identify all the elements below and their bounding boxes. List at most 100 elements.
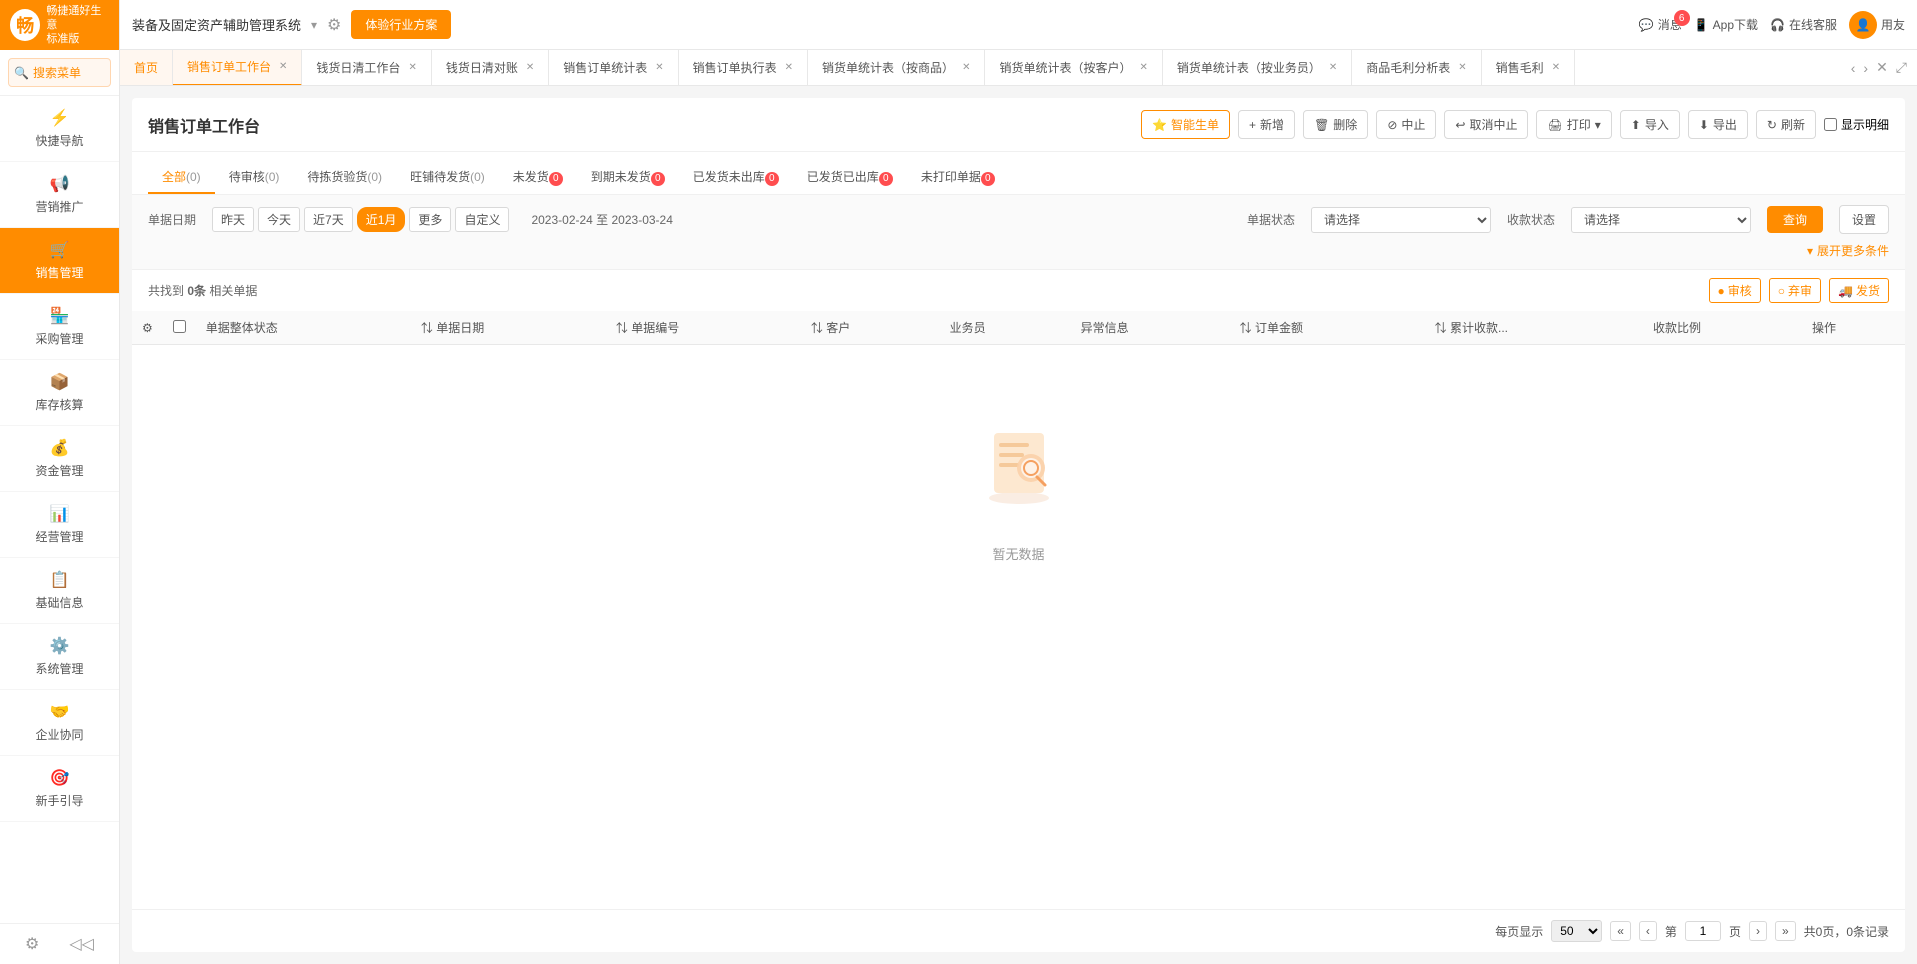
tab-scroll-left[interactable]: ‹ <box>1849 58 1858 78</box>
page-input[interactable] <box>1685 921 1721 941</box>
tab-product-margin[interactable]: 商品毛利分析表✕ <box>1352 50 1481 86</box>
stop-button[interactable]: ⊘ 中止 <box>1376 110 1436 139</box>
tab-close-sales-order-exec[interactable]: ✕ <box>785 62 793 73</box>
system-dropdown-icon[interactable]: ▾ <box>311 18 317 32</box>
topbar-settings-icon[interactable]: ⚙ <box>327 15 341 35</box>
search-menu-button[interactable]: 🔍 搜索菜单 <box>8 58 111 87</box>
sidebar-item-cooperation[interactable]: 🤝企业协同 <box>0 690 119 756</box>
sidebar-item-system[interactable]: ⚙️系统管理 <box>0 624 119 690</box>
tab-sales-profit[interactable]: 销售毛利✕ <box>1482 50 1575 86</box>
tab-sales-order[interactable]: 销售订单工作台✕ <box>173 50 302 86</box>
subtab-wangpu-pending[interactable]: 旺铺待发货(0) <box>396 162 499 194</box>
select-all-checkbox[interactable] <box>173 320 186 333</box>
tab-home[interactable]: 首页 <box>120 50 173 86</box>
col-settings[interactable]: ⚙ <box>132 311 163 345</box>
sort-icon[interactable]: ⇅ <box>1435 321 1447 335</box>
per-page-select[interactable]: 102050100 <box>1551 920 1602 942</box>
nav-icon-quick-nav: ⚡ <box>50 108 70 128</box>
setup-button[interactable]: 设置 <box>1839 205 1889 234</box>
sidebar-item-quick-nav[interactable]: ⚡快捷导航 <box>0 96 119 162</box>
date-btn-custom[interactable]: 自定义 <box>455 207 509 232</box>
refresh-button[interactable]: ↻ 刷新 <box>1756 110 1816 139</box>
app-download-button[interactable]: 📱 App下载 <box>1694 16 1758 33</box>
unreviewed-action-button[interactable]: ○ 弃审 <box>1769 278 1821 303</box>
sidebar-item-operations[interactable]: 📊经营管理 <box>0 492 119 558</box>
tab-maximize[interactable]: ⤢ <box>1894 57 1909 78</box>
subtab-not-shipped[interactable]: 未发货0 <box>499 162 577 194</box>
subtab-pending-review[interactable]: 待审核(0) <box>215 162 294 194</box>
export-button[interactable]: ⬇ 导出 <box>1688 110 1748 139</box>
user-menu[interactable]: 👤 用友 <box>1849 11 1905 39</box>
subtab-overdue-not-shipped[interactable]: 到期未发货0 <box>577 162 679 194</box>
tab-sales-order-stat[interactable]: 销售订单统计表✕ <box>549 50 678 86</box>
settings-icon[interactable]: ⚙ <box>25 934 39 954</box>
sidebar-item-guide[interactable]: 🎯新手引导 <box>0 756 119 822</box>
next-page-button[interactable]: › <box>1749 921 1767 941</box>
tab-close-sales-stat-staff[interactable]: ✕ <box>1329 62 1337 73</box>
tab-sales-stat-customer[interactable]: 销货单统计表（按客户）✕ <box>985 50 1162 86</box>
tab-close-product-margin[interactable]: ✕ <box>1458 62 1466 73</box>
date-btn-yesterday[interactable]: 昨天 <box>212 207 254 232</box>
payment-select[interactable]: 请选择 <box>1571 207 1751 233</box>
import-button[interactable]: ⬆ 导入 <box>1620 110 1680 139</box>
sort-icon[interactable]: ⇅ <box>421 321 433 335</box>
sidebar-item-marketing[interactable]: 📢营销推广 <box>0 162 119 228</box>
sort-icon[interactable]: ⇅ <box>1240 321 1252 335</box>
tab-sales-order-exec[interactable]: 销售订单执行表✕ <box>679 50 808 86</box>
subtab-not-printed[interactable]: 未打印单据0 <box>907 162 1009 194</box>
online-service-button[interactable]: 🎧 在线客服 <box>1770 16 1837 33</box>
print-button[interactable]: 🖨 打印 ▾ <box>1536 110 1611 139</box>
tab-label-home: 首页 <box>134 59 158 76</box>
sidebar-item-inventory[interactable]: 📦库存核算 <box>0 360 119 426</box>
sort-icon[interactable]: ⇅ <box>616 321 628 335</box>
tab-sales-stat-staff[interactable]: 销货单统计表（按业务员）✕ <box>1163 50 1352 86</box>
ship-action-button[interactable]: 🚚 发货 <box>1829 278 1889 303</box>
date-btn-more[interactable]: 更多 <box>409 207 451 232</box>
last-page-button[interactable]: » <box>1775 921 1796 941</box>
collapse-icon[interactable]: ◁◁ <box>69 934 94 954</box>
col-checkbox[interactable] <box>163 311 196 345</box>
sidebar-item-basic-info[interactable]: 📋基础信息 <box>0 558 119 624</box>
review-action-button[interactable]: ● 审核 <box>1709 278 1761 303</box>
col-abnormal: 异常信息 <box>1071 311 1230 345</box>
new-button[interactable]: + 新增 <box>1238 110 1295 139</box>
tab-close-cash-daily[interactable]: ✕ <box>408 62 416 73</box>
tab-close-sales-profit[interactable]: ✕ <box>1552 62 1560 73</box>
smart-order-button[interactable]: ⭐ 智能生单 <box>1141 110 1230 139</box>
first-page-button[interactable]: « <box>1610 921 1631 941</box>
date-btn-1month[interactable]: 近1月 <box>357 207 406 232</box>
content-area: 销售订单工作台 ⭐ 智能生单 + 新增 🗑 删除 ⊘ 中止 ↩ 取消中止 🖨 打… <box>120 86 1917 964</box>
subtab-shipped-not-out[interactable]: 已发货未出库0 <box>679 162 793 194</box>
tab-sales-stat-product[interactable]: 销货单统计表（按商品）✕ <box>808 50 985 86</box>
show-detail-checkbox[interactable]: 显示明细 <box>1824 116 1889 133</box>
subtab-pending-check[interactable]: 待拣货验货(0) <box>293 162 396 194</box>
tab-scroll-right[interactable]: › <box>1861 58 1870 78</box>
subtab-all[interactable]: 全部(0) <box>148 162 215 194</box>
tab-close-sales-order[interactable]: ✕ <box>279 61 287 72</box>
query-button[interactable]: 查询 <box>1767 206 1823 233</box>
subtab-shipped-out[interactable]: 已发货已出库0 <box>793 162 907 194</box>
delete-button[interactable]: 🗑 删除 <box>1303 110 1368 139</box>
solution-button[interactable]: 体验行业方案 <box>351 10 451 39</box>
tab-close-cash-reconcile[interactable]: ✕ <box>526 62 534 73</box>
tab-cash-reconcile[interactable]: 钱货日清对账✕ <box>432 50 549 86</box>
sidebar-item-sales[interactable]: 🛒销售管理 <box>0 228 119 294</box>
tab-close-all[interactable]: ✕ <box>1874 57 1890 78</box>
expand-filter-button[interactable]: ▾ 展开更多条件 <box>1807 242 1889 259</box>
message-button[interactable]: 💬 消息 6 <box>1639 16 1682 33</box>
status-select[interactable]: 请选择 <box>1311 207 1491 233</box>
sort-icon[interactable]: ⇅ <box>811 321 823 335</box>
cancel-stop-button[interactable]: ↩ 取消中止 <box>1444 110 1528 139</box>
prev-page-button[interactable]: ‹ <box>1639 921 1657 941</box>
sidebar-item-finance[interactable]: 💰资金管理 <box>0 426 119 492</box>
date-btn-7days[interactable]: 近7天 <box>304 207 353 232</box>
sidebar-search[interactable]: 🔍 搜索菜单 <box>0 50 119 96</box>
show-detail-input[interactable] <box>1824 118 1837 131</box>
tab-cash-daily[interactable]: 钱货日清工作台✕ <box>302 50 431 86</box>
date-btn-today[interactable]: 今天 <box>258 207 300 232</box>
sidebar-item-purchase[interactable]: 🏪采购管理 <box>0 294 119 360</box>
subtab-badge-shipped-out: 0 <box>879 172 893 186</box>
tab-close-sales-stat-customer[interactable]: ✕ <box>1139 62 1147 73</box>
tab-close-sales-order-stat[interactable]: ✕ <box>655 62 663 73</box>
tab-close-sales-stat-product[interactable]: ✕ <box>962 62 970 73</box>
